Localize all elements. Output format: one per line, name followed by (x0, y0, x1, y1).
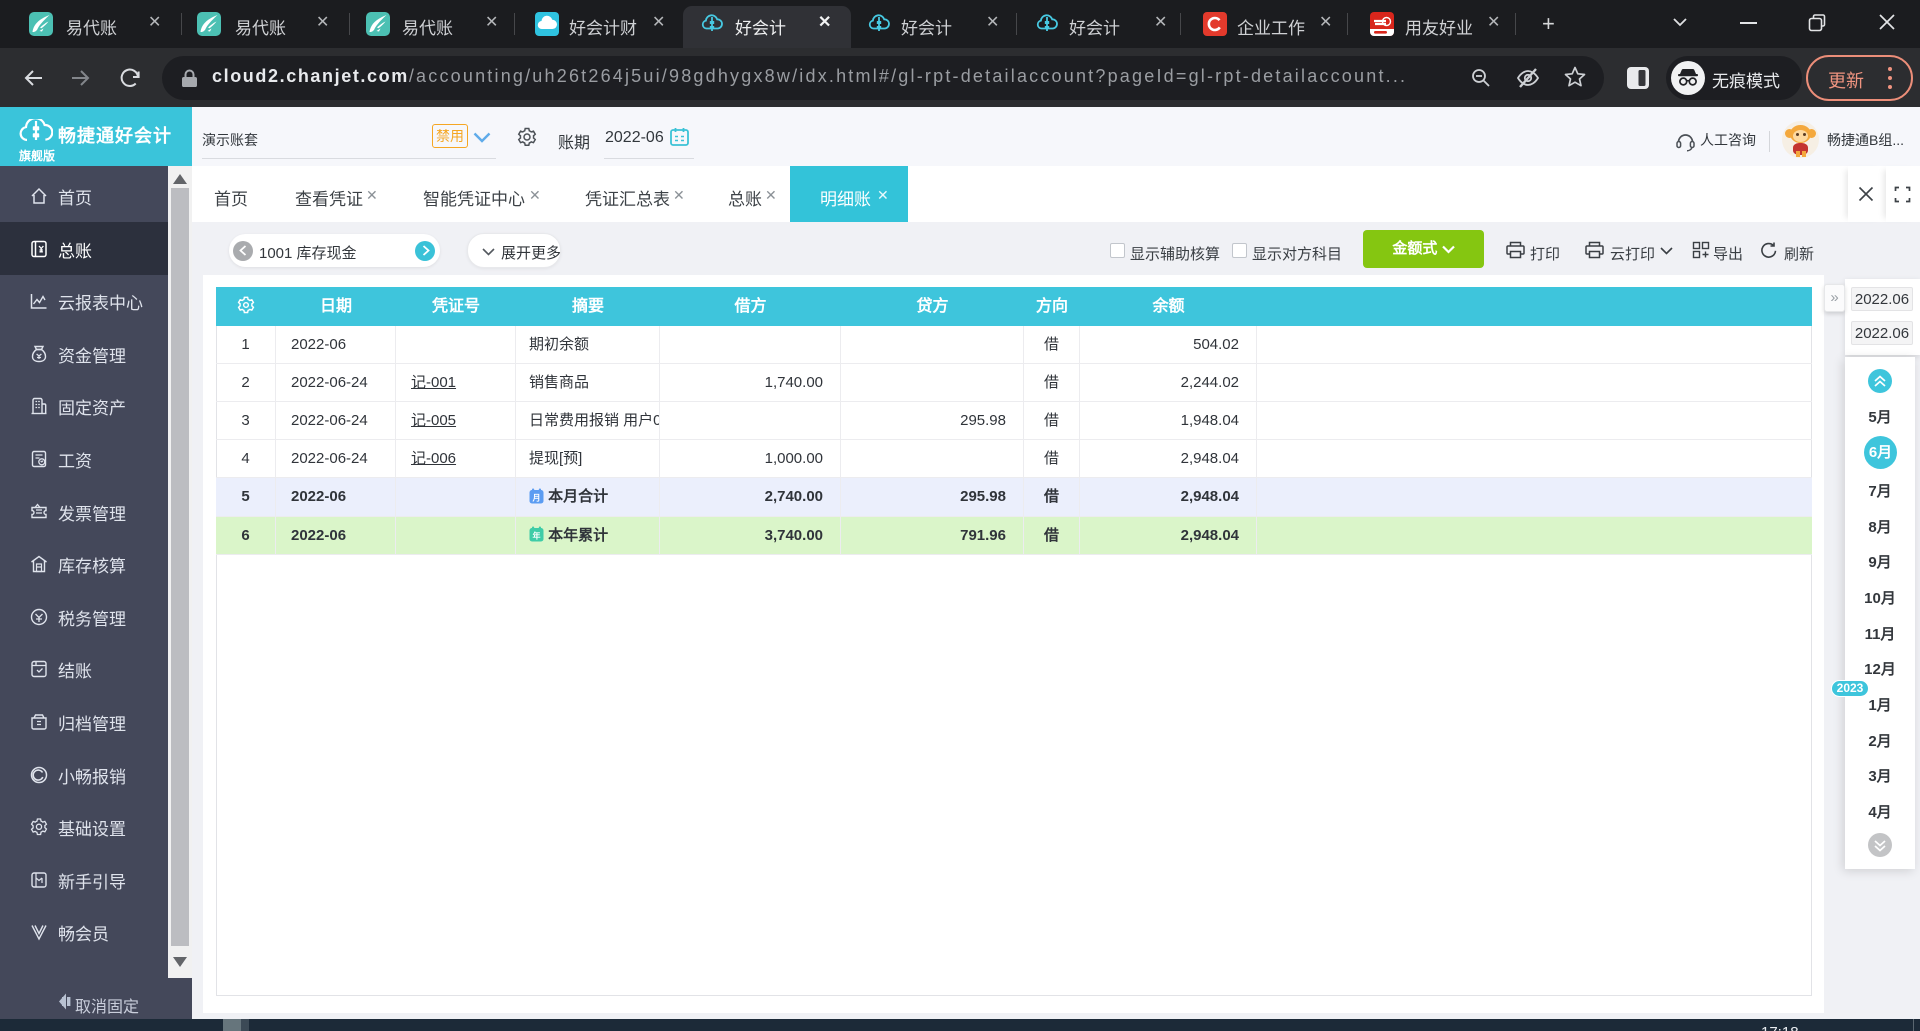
svg-text:月: 月 (532, 493, 541, 502)
svg-text:年: 年 (533, 531, 541, 541)
